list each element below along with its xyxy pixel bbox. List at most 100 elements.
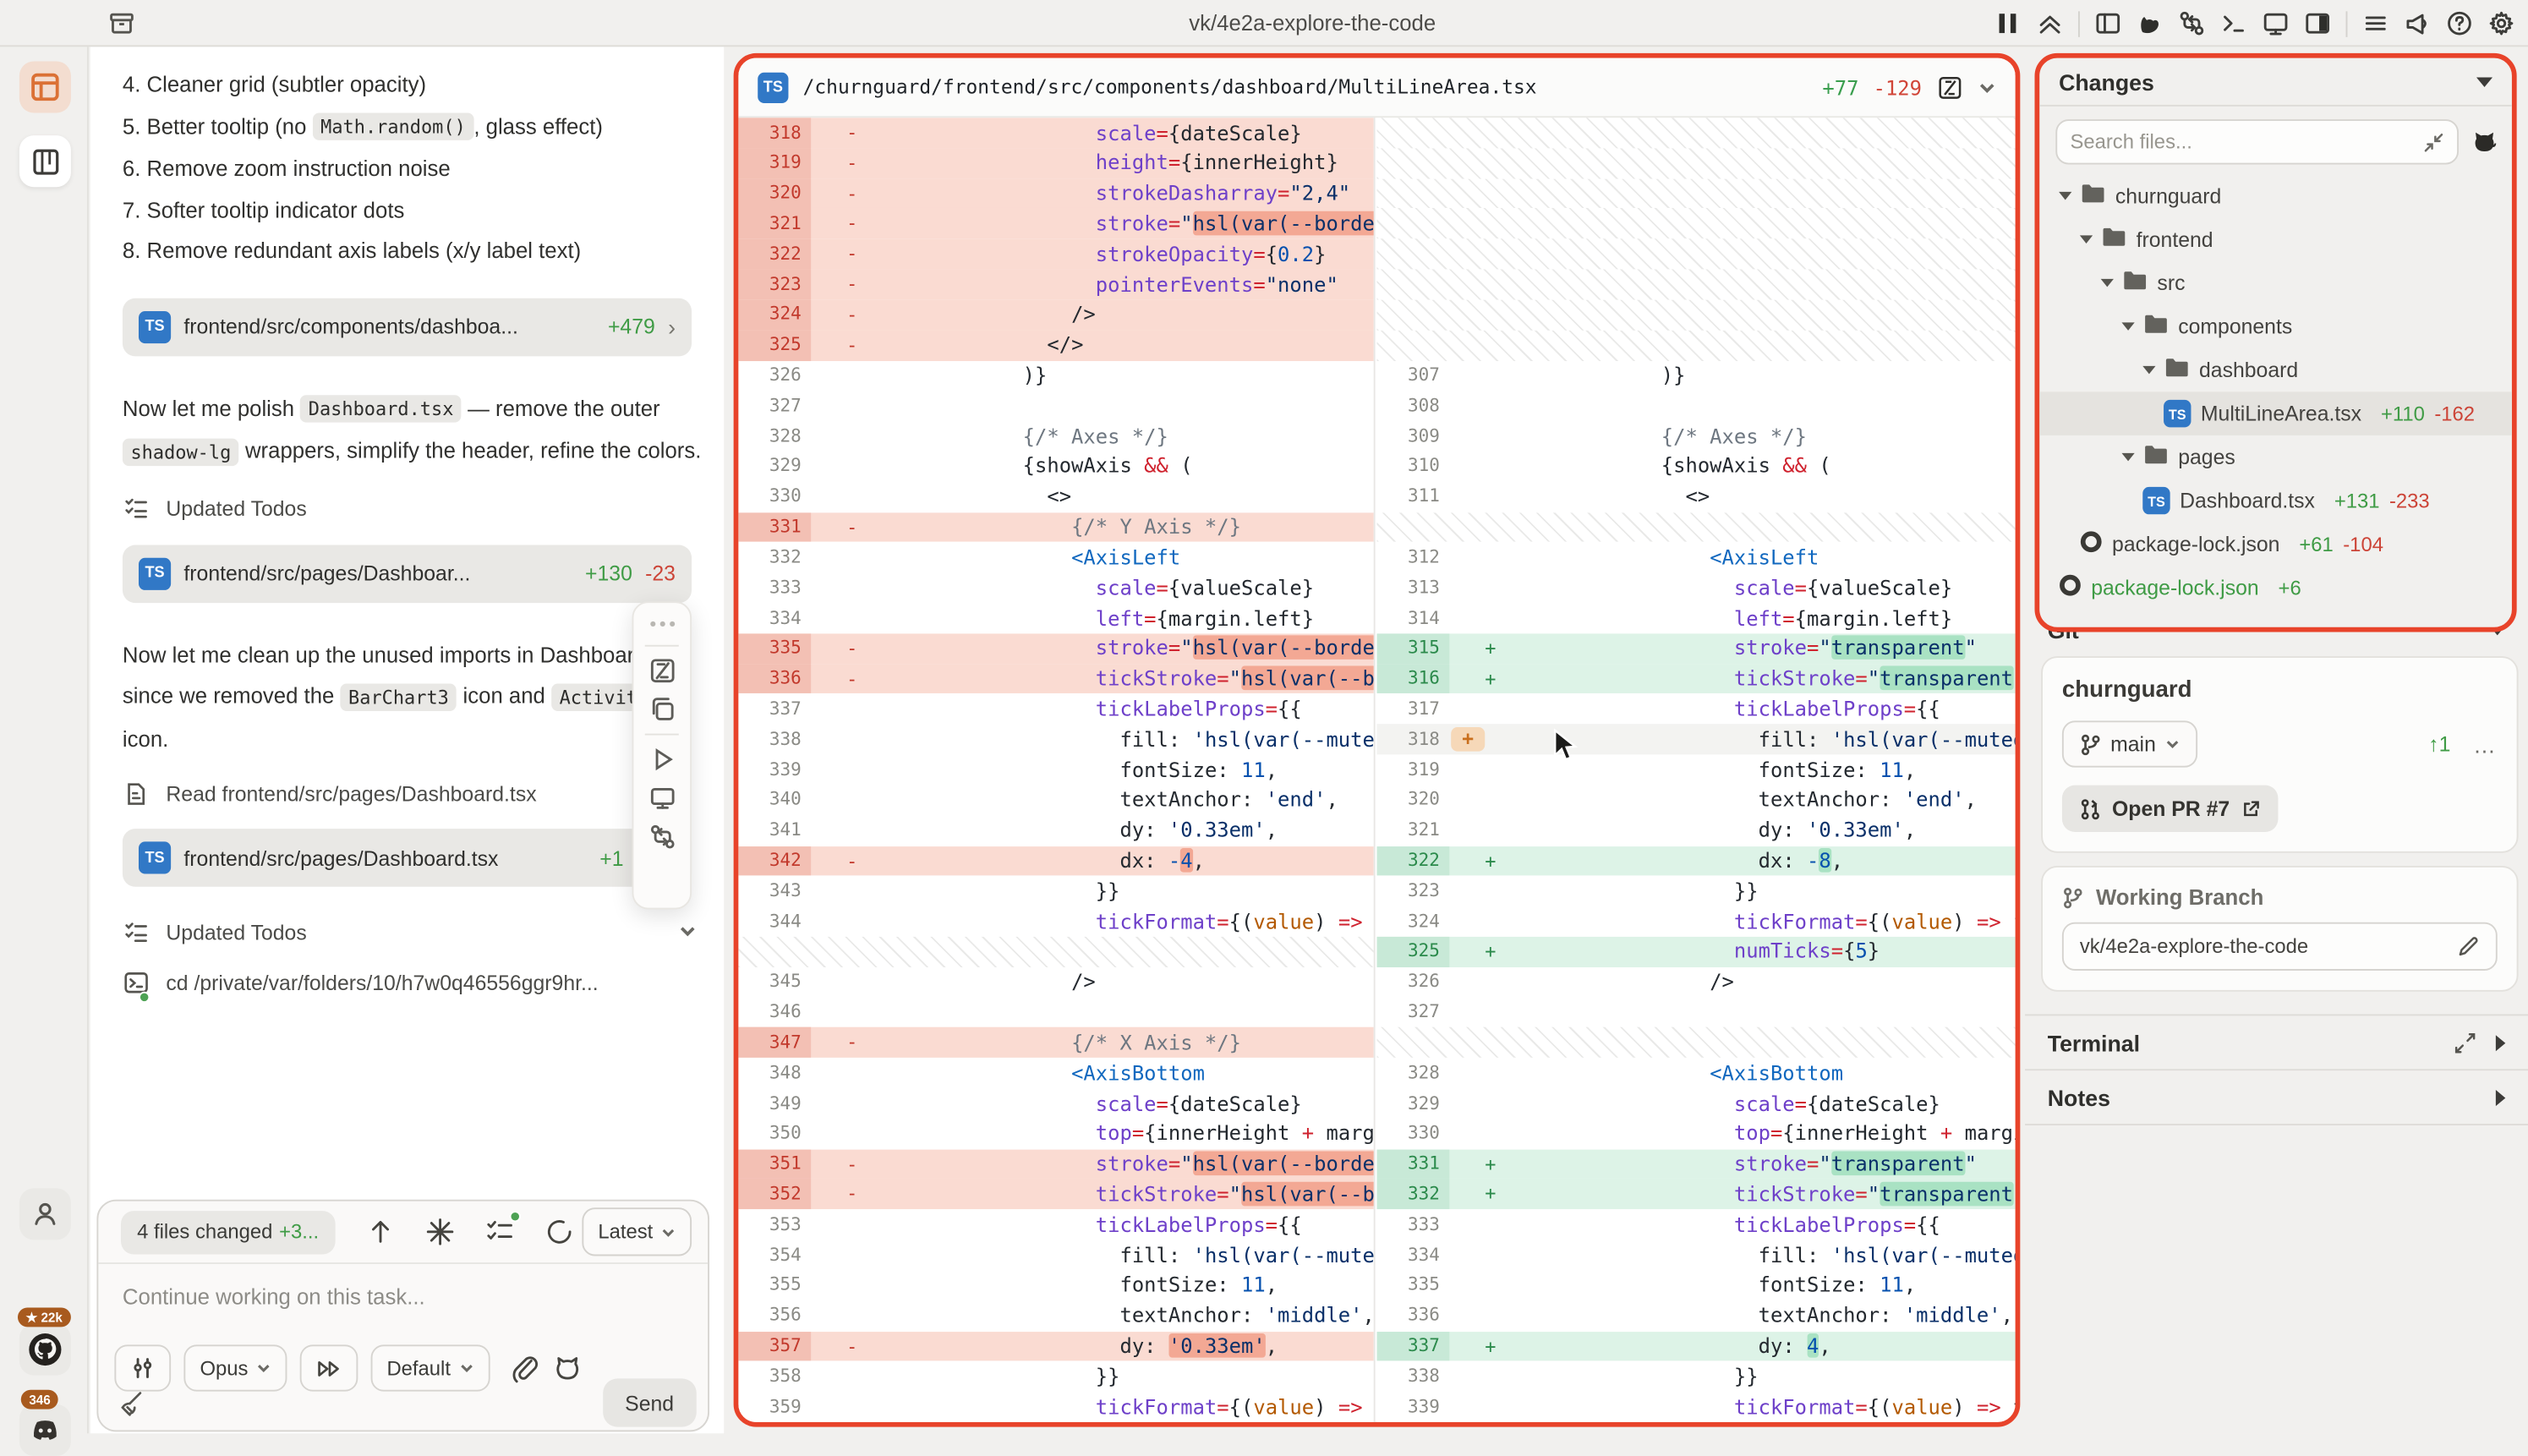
updated-todos-row[interactable]: Updated Todos <box>123 494 706 521</box>
git-compare-icon[interactable] <box>648 823 676 851</box>
diff-new-column[interactable]: 307 )}308309 {/* Axes */}310 {showAxis &… <box>1376 118 2015 1422</box>
diff-line[interactable]: 324 tickFormat={(value) => formatValue(v… <box>1376 906 2015 937</box>
rail-tab-chat[interactable] <box>19 61 71 112</box>
diff-line[interactable]: 335- stroke="hsl(var(--border))" <box>738 633 1373 664</box>
chevron-down-icon[interactable] <box>2142 366 2155 375</box>
discord-button[interactable] <box>19 1404 71 1456</box>
rail-tab-board[interactable] <box>19 135 71 187</box>
run-play-icon[interactable] <box>648 745 676 774</box>
file-diff-chip[interactable]: TSfrontend/src/pages/Dashboard.tsx+1-5› <box>123 829 692 887</box>
tree-item-dashboard[interactable]: dashboard <box>2039 348 2512 391</box>
search-files-input[interactable]: Search files... <box>2055 119 2459 164</box>
working-branch-input[interactable]: vk/4e2a-explore-the-code <box>2062 922 2498 971</box>
diff-line[interactable]: 324- /> <box>738 299 1373 330</box>
tree-item-package-lock-json[interactable]: package-lock.json+6 <box>2039 566 2512 609</box>
diff-line[interactable]: 332 <AxisLeft <box>738 542 1373 572</box>
diff-line[interactable]: 327 <box>738 391 1373 421</box>
diff-line[interactable]: 347- {/* X Axis */} <box>738 1027 1373 1058</box>
diff-line[interactable]: 334 left={margin.left} <box>738 603 1373 633</box>
chevron-down-icon[interactable] <box>2121 322 2134 331</box>
diff-line[interactable]: 319- height={innerHeight} <box>738 148 1373 178</box>
tree-item-package-lock-json[interactable]: package-lock.json+61-104 <box>2039 523 2512 566</box>
copy-icon[interactable] <box>648 695 676 724</box>
terminal-section[interactable]: Terminal <box>2025 1015 2528 1069</box>
settings-sliders-button[interactable] <box>114 1344 171 1391</box>
diff-line[interactable]: 308 <box>1376 391 2015 421</box>
diff-line[interactable]: 343 }} <box>738 876 1373 906</box>
diff-line[interactable]: 325+ numTicks={5} <box>1376 937 2015 967</box>
branch-dropdown[interactable]: main <box>2062 720 2198 767</box>
diff-line[interactable]: 359 tickFormat={(value) => timeFormat(va… <box>738 1392 1373 1422</box>
expand-section-icon[interactable] <box>2496 1034 2505 1050</box>
diff-view-toggle-icon[interactable] <box>1936 74 1963 101</box>
mode-dropdown[interactable]: Default <box>370 1344 489 1391</box>
diff-line[interactable]: 336- tickStroke="hsl(var(--border))" <box>738 664 1373 694</box>
diff-line[interactable]: 320 textAnchor: 'end', <box>1376 785 2015 815</box>
file-diff-chip[interactable]: TSfrontend/src/components/dashboa...+479… <box>123 298 692 356</box>
diff-old-column[interactable]: 318- scale={dateScale}319- height={inner… <box>738 118 1375 1422</box>
diff-line[interactable]: 314 left={margin.left} <box>1376 603 2015 633</box>
collapse-tree-icon[interactable] <box>2423 131 2444 152</box>
diff-line[interactable]: 358 }} <box>738 1361 1373 1392</box>
tree-item-components[interactable]: components <box>2039 304 2512 348</box>
diff-line[interactable] <box>1376 270 2015 300</box>
tree-item-dashboard-tsx[interactable]: TSDashboard.tsx+131-233 <box>2039 479 2512 522</box>
chevron-down-icon[interactable] <box>2121 453 2134 462</box>
diff-line[interactable] <box>1376 1027 2015 1058</box>
diff-line[interactable]: 328 {/* Axes */} <box>738 421 1373 452</box>
terminal-command-row[interactable]: cd /private/var/folders/10/h7w0q46556ggr… <box>123 969 706 996</box>
expand-icon[interactable] <box>2454 1031 2476 1054</box>
updated-todos-row[interactable]: Updated Todos <box>123 919 706 946</box>
tree-item-multilinearea-tsx[interactable]: TSMultiLineArea.tsx+110-162 <box>2039 391 2512 435</box>
diff-line[interactable]: 342- dx: -4, <box>738 846 1373 876</box>
diff-line[interactable]: 334 fill: 'hsl(var(--muted-foreground))'… <box>1376 1240 2015 1271</box>
send-button[interactable]: Send <box>602 1378 696 1426</box>
chevron-down-icon[interactable] <box>2080 235 2093 244</box>
diff-line[interactable]: 307 )} <box>1376 360 2015 391</box>
tree-item-frontend[interactable]: frontend <box>2039 217 2512 260</box>
diff-line[interactable]: 321- stroke="hsl(var(--border))" <box>738 209 1373 239</box>
diff-line[interactable]: 356 textAnchor: 'middle', <box>738 1300 1373 1331</box>
diff-line[interactable]: 346 <box>738 998 1373 1028</box>
clear-broom-button[interactable] <box>114 1388 146 1429</box>
menu-icon[interactable] <box>2362 9 2389 36</box>
diff-line[interactable]: 326 /> <box>1376 967 2015 998</box>
diff-line[interactable]: 344 tickFormat={(value) => formatValue(v… <box>738 906 1373 937</box>
diff-line[interactable]: 349 scale={dateScale} <box>738 1088 1373 1119</box>
diff-line[interactable]: 319 fontSize: 11, <box>1376 755 2015 785</box>
github-button[interactable] <box>19 1324 71 1376</box>
message-input[interactable]: Continue working on this task... <box>98 1264 708 1309</box>
diff-line[interactable]: 323 }} <box>1376 876 2015 906</box>
diff-line[interactable]: 328 <AxisBottom <box>1376 1058 2015 1088</box>
diff-line[interactable]: 330 top={innerHeight + margin.top} <box>1376 1119 2015 1149</box>
tool-call-row[interactable]: Read frontend/src/pages/Dashboard.tsx <box>123 780 706 807</box>
diff-line[interactable]: 348 <AxisBottom <box>738 1058 1373 1088</box>
notes-section[interactable]: Notes <box>2025 1070 2528 1124</box>
collapse-section-icon[interactable] <box>2476 77 2492 86</box>
help-icon[interactable] <box>2446 9 2473 36</box>
git-compare-icon[interactable] <box>2178 9 2205 36</box>
diff-line[interactable]: 317 tickLabelProps={{ <box>1376 694 2015 725</box>
diff-line[interactable]: 315+ stroke="transparent" <box>1376 633 2015 664</box>
chevron-down-icon[interactable] <box>1978 78 1996 96</box>
chevron-down-icon[interactable] <box>679 921 697 945</box>
diff-line[interactable]: 312 <AxisLeft <box>1376 542 2015 572</box>
files-changed-chip[interactable]: 4 files changed +3... <box>121 1210 335 1253</box>
diff-line[interactable] <box>1376 512 2015 543</box>
diff-line[interactable]: 311 <> <box>1376 482 2015 512</box>
expand-section-icon[interactable] <box>2496 1089 2505 1105</box>
diff-line[interactable]: 335 fontSize: 11, <box>1376 1270 2015 1300</box>
github-cat-icon[interactable] <box>2470 128 2498 156</box>
diff-line[interactable]: 326 )} <box>738 360 1373 391</box>
diff-line[interactable]: 338 fill: 'hsl(var(--muted-foreground))'… <box>738 725 1373 755</box>
diff-line[interactable]: 351- stroke="hsl(var(--border))" <box>738 1149 1373 1180</box>
diff-line[interactable]: 313 scale={valueScale} <box>1376 572 2015 603</box>
diff-line[interactable]: 309 {/* Axes */} <box>1376 421 2015 452</box>
diff-line[interactable]: 330 <> <box>738 482 1373 512</box>
edit-pencil-icon[interactable] <box>2457 935 2480 958</box>
drag-handle-icon[interactable] <box>648 613 676 636</box>
left-panel-icon[interactable] <box>2094 9 2121 36</box>
diff-line[interactable]: 318+ fill: 'hsl(var(--muted-foreground))… <box>1376 725 2015 755</box>
diff-line[interactable]: 333 tickLabelProps={{ <box>1376 1210 2015 1240</box>
collapse-up-icon[interactable] <box>2036 9 2063 36</box>
